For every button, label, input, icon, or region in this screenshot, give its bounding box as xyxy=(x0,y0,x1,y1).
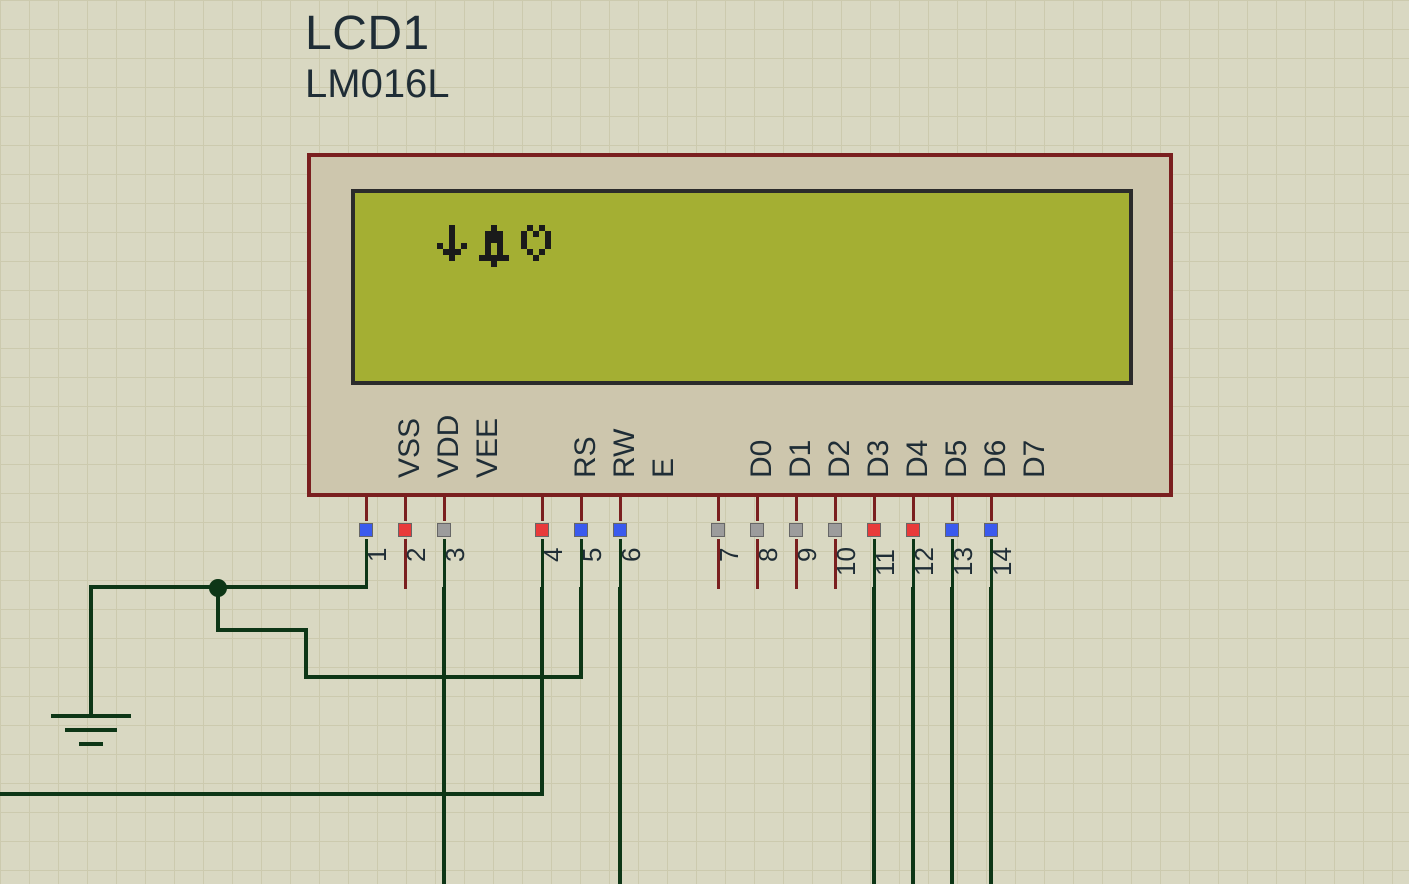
logic-probe xyxy=(535,523,549,537)
pin-lead xyxy=(717,539,720,589)
pin-label-rw: RW xyxy=(608,429,642,478)
pin-lead xyxy=(795,539,798,589)
pin-lead xyxy=(580,539,583,589)
bell-icon xyxy=(479,225,509,267)
pin-number: 8 xyxy=(753,548,784,562)
logic-probe xyxy=(398,523,412,537)
pin-lead xyxy=(834,497,837,521)
pin-lead xyxy=(404,497,407,521)
logic-probe xyxy=(359,523,373,537)
heart-icon xyxy=(521,225,551,267)
wire-junction xyxy=(209,579,227,597)
component-reference[interactable]: LCD1 xyxy=(305,6,430,61)
logic-probe xyxy=(437,523,451,537)
logic-probe xyxy=(613,523,627,537)
pin-lead xyxy=(619,497,622,521)
logic-probe xyxy=(984,523,998,537)
pin-lead xyxy=(443,539,446,589)
pin-lead xyxy=(873,497,876,521)
pin-lead xyxy=(580,497,583,521)
pin-label-d7: D7 xyxy=(1018,440,1052,478)
logic-probe xyxy=(574,523,588,537)
pin-lead xyxy=(541,539,544,589)
pin-label-e: E xyxy=(647,458,681,478)
pin-label-vss: VSS xyxy=(393,418,427,478)
pin-lead xyxy=(756,539,759,589)
logic-probe xyxy=(789,523,803,537)
pin-label-d6: D6 xyxy=(979,440,1013,478)
pin-number: 11 xyxy=(870,549,901,576)
pin-lead xyxy=(951,497,954,521)
pin-label-vee: VEE xyxy=(471,418,505,478)
pin-number: 2 xyxy=(401,548,432,562)
pin-number: 14 xyxy=(987,547,1018,576)
pin-number: 1 xyxy=(362,548,393,562)
pin-label-d5: D5 xyxy=(940,440,974,478)
pin-lead xyxy=(717,497,720,521)
pin-number: 6 xyxy=(616,548,647,562)
pin-lead xyxy=(365,497,368,521)
pin-lead xyxy=(404,539,407,589)
pin-lead xyxy=(541,497,544,521)
logic-probe xyxy=(828,523,842,537)
pin-lead xyxy=(990,497,993,521)
arrow-down-icon xyxy=(437,225,467,267)
logic-probe xyxy=(711,523,725,537)
pin-lead xyxy=(443,497,446,521)
pin-label-d0: D0 xyxy=(745,440,779,478)
pin-label-vdd: VDD xyxy=(432,415,466,478)
pin-number: 7 xyxy=(714,548,745,562)
pin-label-d1: D1 xyxy=(784,440,818,478)
pin-label-d4: D4 xyxy=(901,440,935,478)
pin-number: 3 xyxy=(440,548,471,562)
lcd-screen xyxy=(351,189,1133,385)
pin-lead xyxy=(365,539,368,589)
logic-probe xyxy=(867,523,881,537)
pin-lead xyxy=(795,497,798,521)
pin-lead xyxy=(619,539,622,589)
logic-probe xyxy=(750,523,764,537)
pin-number: 4 xyxy=(538,548,569,562)
pin-number: 10 xyxy=(831,547,862,576)
pin-lead xyxy=(912,497,915,521)
pin-lead xyxy=(756,497,759,521)
pin-label-rs: RS xyxy=(569,436,603,478)
pin-label-d3: D3 xyxy=(862,440,896,478)
pin-number: 9 xyxy=(792,548,823,562)
pin-number: 5 xyxy=(577,548,608,562)
pin-number: 12 xyxy=(909,547,940,576)
pin-number: 13 xyxy=(948,547,979,576)
pin-label-d2: D2 xyxy=(823,440,857,478)
lcd-custom-characters xyxy=(437,225,551,267)
component-part-number[interactable]: LM016L xyxy=(305,62,450,107)
logic-probe xyxy=(906,523,920,537)
logic-probe xyxy=(945,523,959,537)
